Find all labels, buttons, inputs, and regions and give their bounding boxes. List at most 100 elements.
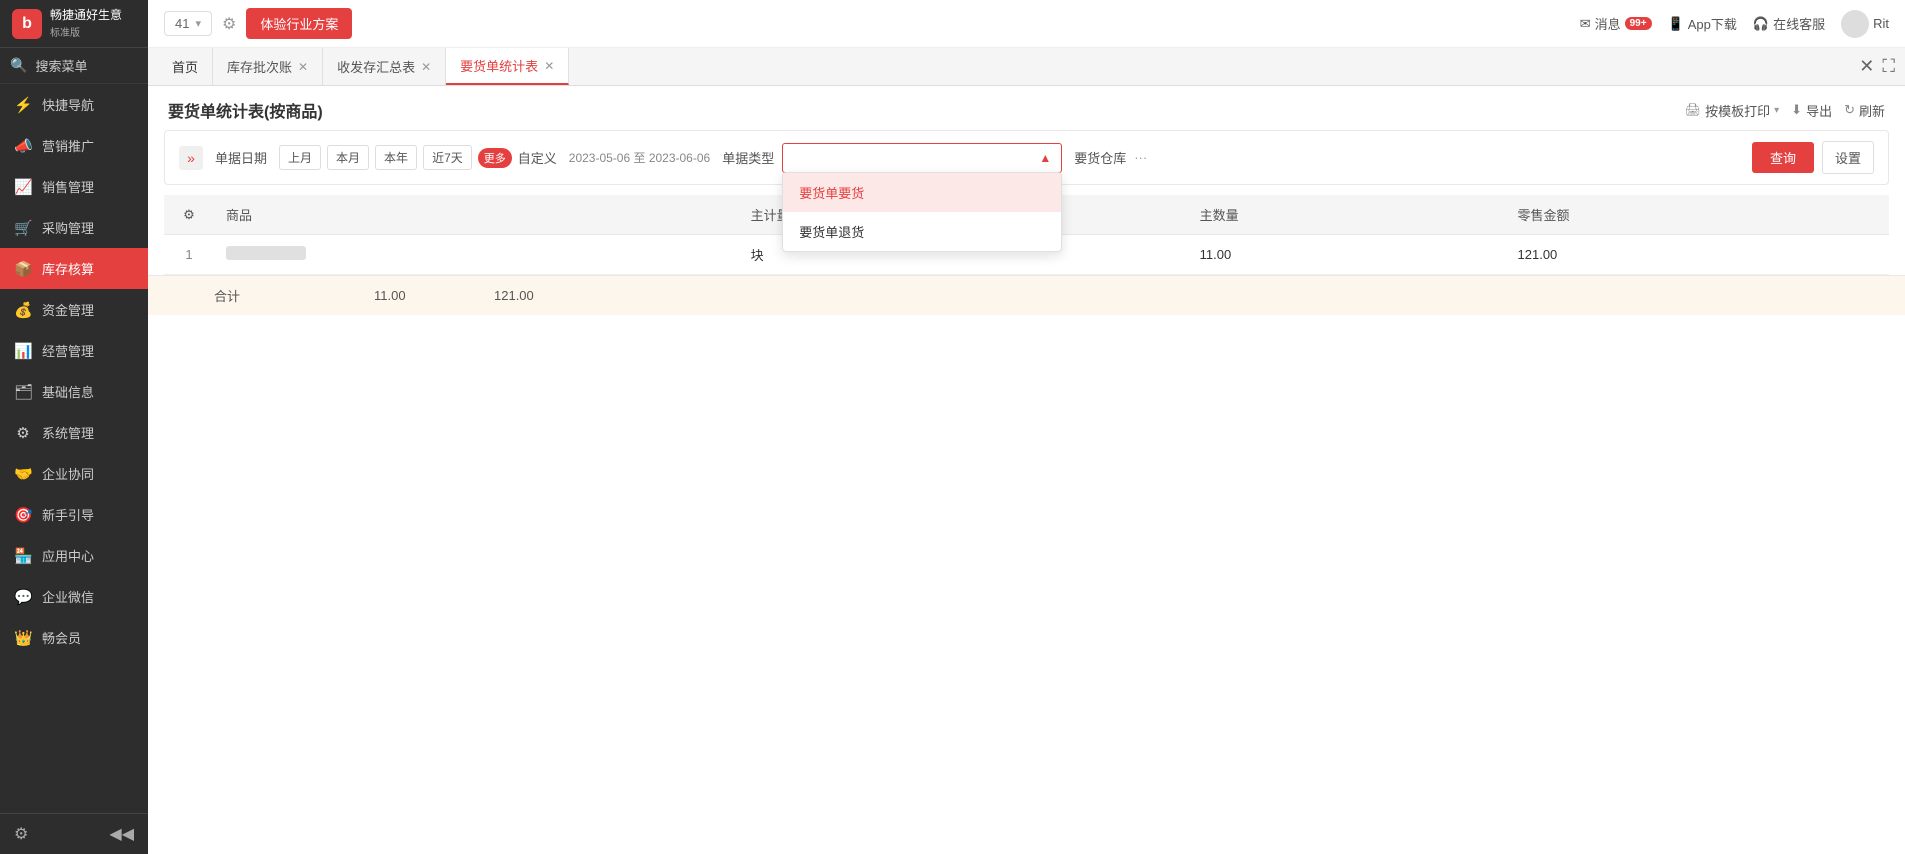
store-name: 41 — [175, 16, 189, 31]
header-right: ✉ 消息 99+ 📱 App下载 🎧 在线客服 Rit — [1580, 10, 1889, 38]
date-more-badge[interactable]: 更多 — [478, 148, 512, 168]
app-download-action[interactable]: 📱 App下载 — [1668, 14, 1737, 33]
settings-footer-icon[interactable]: ⚙ — [14, 824, 28, 844]
sidebar-item-wechat[interactable]: 💬 企业微信 — [0, 576, 148, 617]
date-this-month-btn[interactable]: 本月 — [327, 145, 369, 170]
sidebar-item-sales[interactable]: 📈 销售管理 — [0, 166, 148, 207]
appstore-icon: 🏪 — [14, 547, 32, 565]
col-quantity: 主数量 — [1188, 195, 1506, 235]
export-icon: ⬇ — [1791, 102, 1802, 118]
operations-icon: 📊 — [14, 342, 32, 360]
purchase-icon: 🛒 — [14, 219, 32, 237]
sidebar-item-marketing[interactable]: 📣 营销推广 — [0, 125, 148, 166]
close-tab-receive-summary-icon[interactable]: ✕ — [421, 60, 431, 74]
header-gear-icon[interactable]: ⚙ — [222, 14, 236, 34]
date-range-text: 2023-05-06 至 2023-06-06 — [569, 149, 710, 166]
sidebar-item-label: 系统管理 — [42, 423, 94, 442]
query-button[interactable]: 查询 — [1752, 142, 1814, 173]
sidebar-item-enterprise[interactable]: 🤝 企业协同 — [0, 453, 148, 494]
messages-action[interactable]: ✉ 消息 99+ — [1580, 14, 1652, 33]
type-dropdown-menu: 要货单要货 要货单退货 — [782, 172, 1062, 252]
total-label: 合计 — [164, 286, 374, 305]
trial-button[interactable]: 体验行业方案 — [246, 8, 352, 39]
dropdown-option-1[interactable]: 要货单退货 — [783, 212, 1061, 251]
close-tab-inventory-batch-icon[interactable]: ✕ — [298, 60, 308, 74]
marketing-icon: 📣 — [14, 137, 32, 155]
quick-nav-icon: ⚡ — [14, 96, 32, 114]
member-icon: 👑 — [14, 629, 32, 647]
messages-label: 消息 — [1595, 14, 1621, 33]
sidebar-item-member[interactable]: 👑 畅会员 — [0, 617, 148, 658]
type-select-arrow-icon: ▲ — [1039, 151, 1051, 165]
sidebar-item-quick-nav[interactable]: ⚡ 快捷导航 — [0, 84, 148, 125]
close-tab-order-stats-icon[interactable]: ✕ — [544, 59, 554, 73]
sidebar-item-label: 经营管理 — [42, 341, 94, 360]
warehouse-dots[interactable]: ··· — [1134, 150, 1147, 165]
total-amount: 121.00 — [494, 288, 614, 303]
sidebar-item-guide[interactable]: 🎯 新手引导 — [0, 494, 148, 535]
dropdown-option-0[interactable]: 要货单要货 — [783, 173, 1061, 212]
row-product — [214, 235, 739, 275]
print-dropdown-icon: ▾ — [1774, 105, 1779, 116]
search-menu-label: 搜索菜单 — [35, 56, 87, 75]
sidebar-item-inventory[interactable]: 📦 库存核算 — [0, 248, 148, 289]
print-action[interactable]: 🖨 按模板打印 ▾ — [1685, 101, 1780, 120]
tab-home[interactable]: 首页 — [158, 48, 213, 85]
content-area: 要货单统计表(按商品) 🖨 按模板打印 ▾ ⬇ 导出 ↻ 刷新 — [148, 86, 1905, 854]
filter-expand-button[interactable]: » — [179, 146, 203, 170]
sidebar-item-label: 新手引导 — [42, 505, 94, 524]
logo-name: 畅捷通好生意 — [50, 8, 122, 24]
sidebar-item-label: 企业协同 — [42, 464, 94, 483]
date-buttons: 上月 本月 本年 近7天 更多 自定义 — [279, 145, 557, 170]
online-service-action[interactable]: 🎧 在线客服 — [1753, 14, 1825, 33]
online-service-label: 在线客服 — [1773, 14, 1825, 33]
date-this-year-btn[interactable]: 本年 — [375, 145, 417, 170]
header-left: 41 ▾ ⚙ 体验行业方案 — [164, 8, 352, 39]
sidebar-item-purchase[interactable]: 🛒 采购管理 — [0, 207, 148, 248]
date-custom-btn[interactable]: 自定义 — [518, 148, 557, 167]
col-settings-icon[interactable]: ⚙ — [183, 207, 195, 222]
filter-right-actions: 查询 设置 — [1752, 141, 1874, 174]
tab-receive-summary-label: 收发存汇总表 — [337, 57, 415, 76]
messages-badge: 99+ — [1625, 17, 1652, 30]
finance-icon: 💰 — [14, 301, 32, 319]
settings-button[interactable]: 设置 — [1822, 141, 1874, 174]
col-settings[interactable]: ⚙ — [164, 195, 214, 235]
store-selector[interactable]: 41 ▾ — [164, 11, 212, 36]
user-area[interactable]: Rit — [1841, 10, 1889, 38]
message-icon: ✉ — [1580, 16, 1591, 32]
col-product: 商品 — [214, 195, 739, 235]
sidebar-item-basic[interactable]: 🗂 基础信息 — [0, 371, 148, 412]
tab-bar: 首页 库存批次账 ✕ 收发存汇总表 ✕ 要货单统计表 ✕ ✕ ⛶ — [148, 48, 1905, 86]
avatar — [1841, 10, 1869, 38]
sidebar-item-finance[interactable]: 💰 资金管理 — [0, 289, 148, 330]
maximize-button[interactable]: ⛶ — [1882, 56, 1895, 77]
export-label: 导出 — [1806, 101, 1832, 120]
sidebar-item-system[interactable]: ⚙ 系统管理 — [0, 412, 148, 453]
tab-receive-summary[interactable]: 收发存汇总表 ✕ — [323, 48, 446, 85]
tab-home-label: 首页 — [172, 57, 198, 76]
search-icon: 🔍 — [10, 57, 27, 74]
basic-icon: 🗂 — [14, 383, 32, 401]
sidebar-item-operations[interactable]: 📊 经营管理 — [0, 330, 148, 371]
search-menu[interactable]: 🔍 搜索菜单 — [0, 48, 148, 84]
date-prev-month-btn[interactable]: 上月 — [279, 145, 321, 170]
table-footer: 合计 11.00 121.00 — [148, 275, 1905, 315]
sidebar-footer: ⚙ ◀◀ — [0, 813, 148, 854]
collapse-icon[interactable]: ◀◀ — [109, 824, 134, 844]
page-actions: 🖨 按模板打印 ▾ ⬇ 导出 ↻ 刷新 — [1685, 101, 1885, 120]
logo-icon: b — [12, 9, 42, 39]
tab-inventory-batch[interactable]: 库存批次账 ✕ — [213, 48, 323, 85]
filter-row: » 单据日期 上月 本月 本年 近7天 更多 自定义 2023-05-06 至 … — [179, 141, 1874, 174]
logo-sub: 标准版 — [50, 24, 122, 39]
tab-order-stats[interactable]: 要货单统计表 ✕ — [446, 48, 569, 85]
close-all-tabs-button[interactable]: ✕ — [1859, 56, 1874, 77]
sales-icon: 📈 — [14, 178, 32, 196]
date-last-7-days-btn[interactable]: 近7天 — [423, 145, 472, 170]
sidebar-item-label: 采购管理 — [42, 218, 94, 237]
refresh-action[interactable]: ↻ 刷新 — [1844, 101, 1885, 120]
col-amount: 零售金额 — [1506, 195, 1889, 235]
export-action[interactable]: ⬇ 导出 — [1791, 101, 1832, 120]
sidebar-item-appstore[interactable]: 🏪 应用中心 — [0, 535, 148, 576]
type-select-box[interactable]: ▲ 要货单要货 要货单退货 — [782, 143, 1062, 173]
